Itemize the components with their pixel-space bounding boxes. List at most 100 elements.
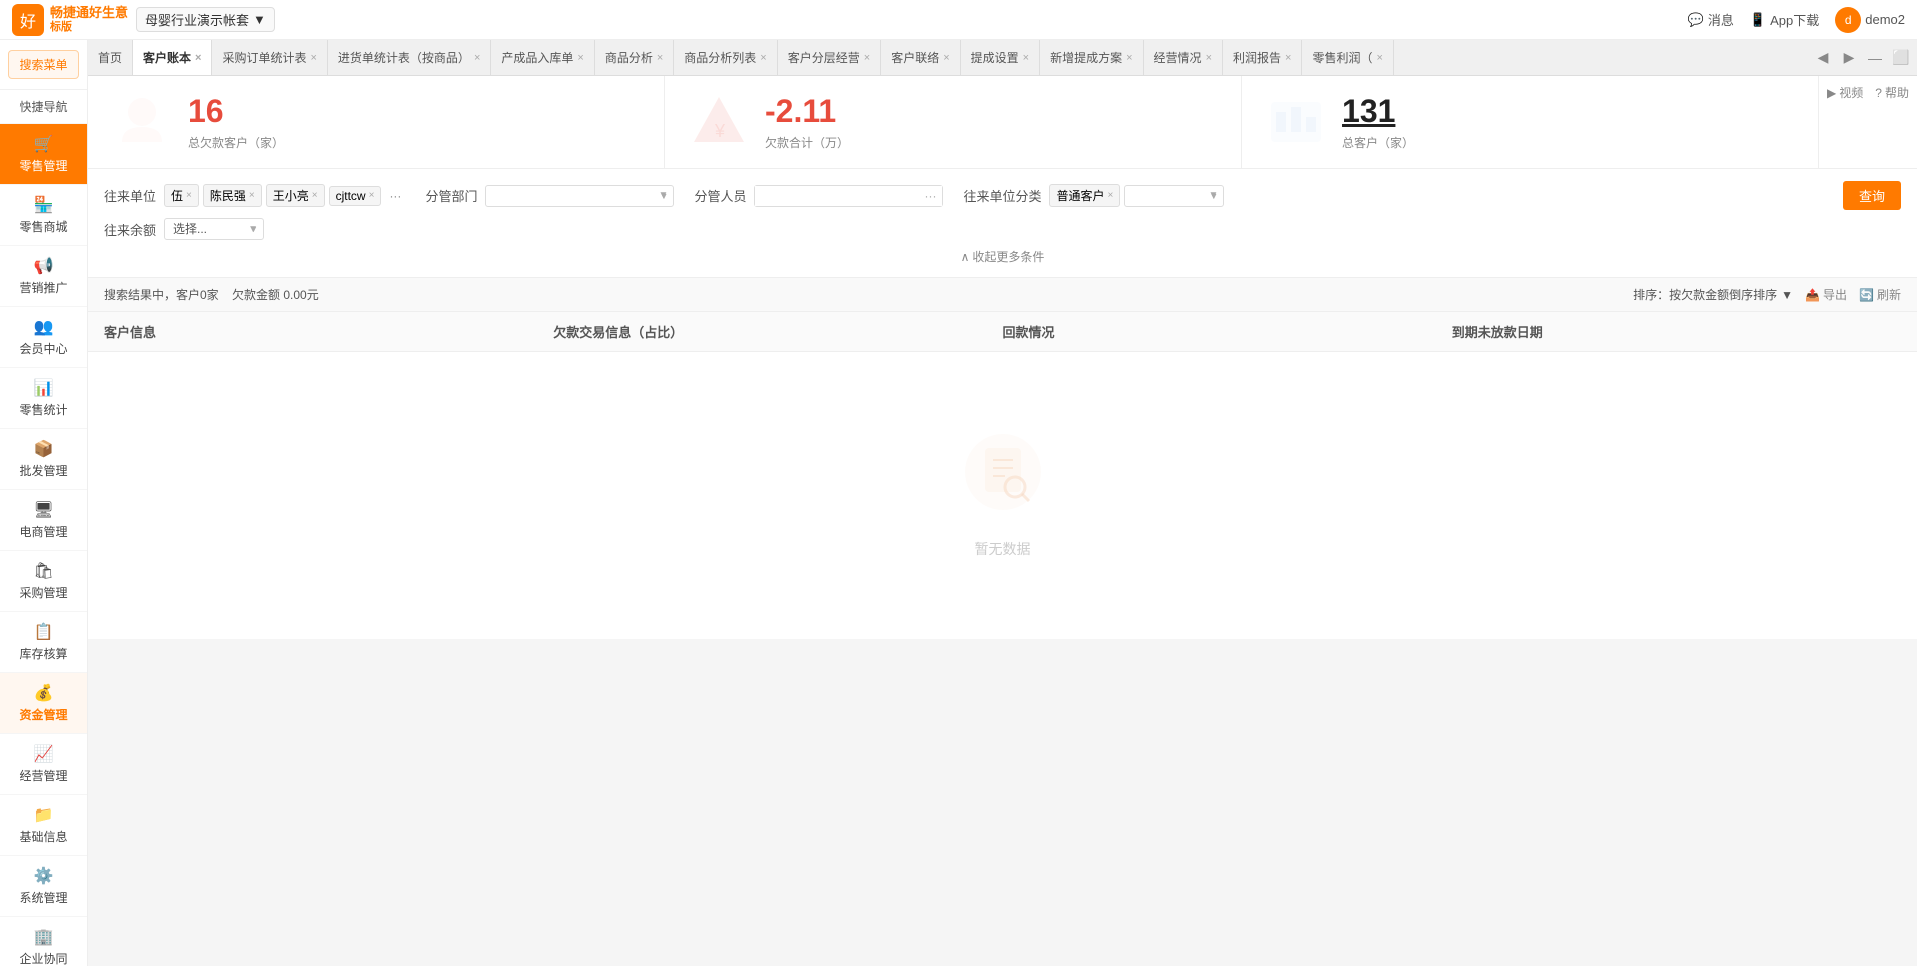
tab-scroll-right[interactable]: ▶	[1837, 46, 1861, 70]
video-link[interactable]: ▶ 视频	[1827, 84, 1863, 101]
collapse-button[interactable]: ∧ 收起更多条件	[961, 248, 1045, 265]
sidebar-item-system[interactable]: ⚙️ 系统管理	[0, 856, 87, 917]
table-col-customer: 客户信息	[104, 322, 553, 341]
export-button[interactable]: 📤 导出	[1805, 286, 1847, 303]
tab-product-analysis[interactable]: 商品分析 ×	[595, 40, 674, 76]
finance-icon: 💰	[34, 683, 54, 703]
sidebar-item-member-center[interactable]: 👥 会员中心	[0, 307, 87, 368]
stat-content-customers: 131 总客户（家）	[1342, 93, 1414, 151]
tab-close-profit-report[interactable]: ×	[1285, 52, 1291, 64]
purchase-icon: 🛍	[33, 561, 53, 581]
sidebar-item-operations[interactable]: 📈 经营管理	[0, 734, 87, 795]
person-input[interactable]	[755, 186, 942, 206]
sidebar-item-retail-mall[interactable]: 🏪 零售商城	[0, 185, 87, 246]
message-btn[interactable]: 💬 消息	[1688, 10, 1734, 29]
tab-close-customer-contact[interactable]: ×	[943, 52, 949, 64]
help-link[interactable]: ? 帮助	[1875, 84, 1909, 101]
sidebar-item-purchase[interactable]: 🛍 采购管理	[0, 551, 87, 612]
tab-home[interactable]: 首页	[88, 40, 133, 76]
tab-close-product-analysis-list[interactable]: ×	[760, 52, 766, 64]
balance-select-wrap: 选择... ▼	[164, 218, 264, 240]
table-col-debt: 欠款交易信息（占比）	[553, 322, 1002, 341]
sort-selector[interactable]: 排序：按欠款金额倒序排序 ▼	[1633, 286, 1793, 303]
tab-close-incoming-stats[interactable]: ×	[474, 52, 480, 64]
tag-close-category[interactable]: ×	[1108, 190, 1114, 201]
stat-card-customers: 131 总客户（家）	[1242, 76, 1819, 168]
data-table: 客户信息 欠款交易信息（占比） 回款情况 到期未放款日期	[88, 312, 1917, 639]
tag-close-wu[interactable]: ×	[186, 190, 192, 201]
tab-close-customer-balance[interactable]: ×	[195, 52, 201, 64]
tab-close-product-inbound[interactable]: ×	[577, 52, 583, 64]
sidebar-item-base-info[interactable]: 📁 基础信息	[0, 795, 87, 856]
sidebar-item-retail-mgmt[interactable]: 🛒 零售管理	[0, 124, 87, 185]
sidebar-item-inventory[interactable]: 📋 库存核算	[0, 612, 87, 673]
tab-close-prompt-settings[interactable]: ×	[1023, 52, 1029, 64]
stat-content-debtors: 16 总欠款客户（家）	[188, 93, 284, 151]
app-download-btn[interactable]: 📱 App下载	[1750, 10, 1819, 29]
stat-content-debt: -2.11 欠款合计（万）	[765, 93, 849, 151]
result-bar: 搜索结果中，客户0家 欠款金额 0.00元 排序：按欠款金额倒序排序 ▼ 📤 导…	[88, 278, 1917, 312]
message-icon: 💬	[1688, 12, 1704, 28]
tab-close-retail-profit[interactable]: ×	[1376, 52, 1382, 64]
filter-row-2: 往来余额 选择... ▼	[104, 218, 1901, 240]
avatar: d	[1835, 7, 1861, 33]
sidebar-item-enterprise[interactable]: 🏢 企业协同	[0, 917, 87, 966]
logo-text: 畅捷通好生意 标版	[50, 5, 128, 34]
query-button[interactable]: 查询	[1843, 181, 1901, 210]
category-filter-area: 普通客户 × ▼	[1049, 184, 1224, 207]
tag-close-cjttcw[interactable]: ×	[369, 190, 375, 201]
tab-prompt-settings[interactable]: 提成设置 ×	[961, 40, 1040, 76]
tab-product-inbound[interactable]: 产成品入库单 ×	[491, 40, 594, 76]
customers-icon	[1266, 92, 1326, 152]
debtors-icon	[112, 92, 172, 152]
tab-customer-contact[interactable]: 客户联络 ×	[881, 40, 960, 76]
sidebar-item-marketing[interactable]: 📢 营销推广	[0, 246, 87, 307]
debt-icon: ¥	[689, 92, 749, 152]
balance-select[interactable]: 选择...	[164, 218, 264, 240]
person-dots-btn[interactable]: ···	[924, 189, 936, 203]
balance-filter-label: 往来余额	[104, 220, 156, 239]
tab-purchase-order[interactable]: 采购订单统计表 ×	[212, 40, 327, 76]
tab-close-operations-status[interactable]: ×	[1206, 52, 1212, 64]
top-bar-right: 💬 消息 📱 App下载 d demo2	[1688, 7, 1905, 33]
filter-area: 往来单位 伍 × 陈民强 × 王小亮 ×	[88, 169, 1917, 278]
user-avatar[interactable]: d demo2	[1835, 7, 1905, 33]
filter-more-tags-btn[interactable]: ···	[385, 187, 405, 205]
sidebar-item-wholesale[interactable]: 📦 批发管理	[0, 429, 87, 490]
help-icon: ?	[1875, 86, 1882, 100]
tab-customer-tier[interactable]: 客户分层经营 ×	[778, 40, 881, 76]
sidebar: 搜索菜单 快捷导航 🛒 零售管理 🏪 零售商城 📢 营销推广 👥 会员中心 📊 …	[0, 40, 88, 966]
search-menu-button[interactable]: 搜索菜单	[8, 50, 79, 79]
tab-new-prompt-plan[interactable]: 新增提成方案 ×	[1040, 40, 1143, 76]
tab-customer-balance[interactable]: 客户账本 ×	[133, 40, 212, 76]
filter-tag-chen: 陈民强 ×	[203, 184, 262, 207]
quick-nav-button[interactable]: 快捷导航	[0, 90, 87, 124]
tab-scroll-left[interactable]: ◀	[1811, 46, 1835, 70]
sidebar-item-retail-stats[interactable]: 📊 零售统计	[0, 368, 87, 429]
tab-maximize[interactable]: ⬜	[1889, 46, 1913, 70]
category-select[interactable]	[1124, 185, 1224, 207]
tab-profit-report[interactable]: 利润报告 ×	[1223, 40, 1302, 76]
download-icon: 📱	[1750, 12, 1766, 28]
dept-select-wrap: ▼	[485, 185, 674, 207]
tab-operations-status[interactable]: 经营情况 ×	[1144, 40, 1223, 76]
sidebar-item-ecommerce[interactable]: 🖥 电商管理	[0, 490, 87, 551]
tab-retail-profit[interactable]: 零售利润（ ×	[1302, 40, 1393, 76]
tab-close-customer-tier[interactable]: ×	[864, 52, 870, 64]
logo-icon: 好	[12, 4, 44, 36]
search-result-text: 搜索结果中，客户0家 欠款金额 0.00元	[104, 286, 319, 303]
tag-close-wang[interactable]: ×	[312, 190, 318, 201]
tab-minimize[interactable]: —	[1863, 46, 1887, 70]
dept-input[interactable]	[485, 185, 674, 207]
collapse-row: ∧ 收起更多条件	[104, 248, 1901, 265]
tag-close-chen[interactable]: ×	[249, 190, 255, 201]
tab-close-new-prompt-plan[interactable]: ×	[1126, 52, 1132, 64]
refresh-button[interactable]: 🔄 刷新	[1859, 286, 1901, 303]
tab-close-product-analysis[interactable]: ×	[657, 52, 663, 64]
tab-close-purchase-order[interactable]: ×	[310, 52, 316, 64]
store-selector[interactable]: 母婴行业演示帐套 ▼	[136, 7, 275, 32]
stat-number-customers: 131	[1342, 93, 1414, 130]
tab-product-analysis-list[interactable]: 商品分析列表 ×	[674, 40, 777, 76]
sidebar-item-finance[interactable]: 💰 资金管理	[0, 673, 87, 734]
tab-incoming-stats[interactable]: 进货单统计表（按商品） ×	[328, 40, 491, 76]
